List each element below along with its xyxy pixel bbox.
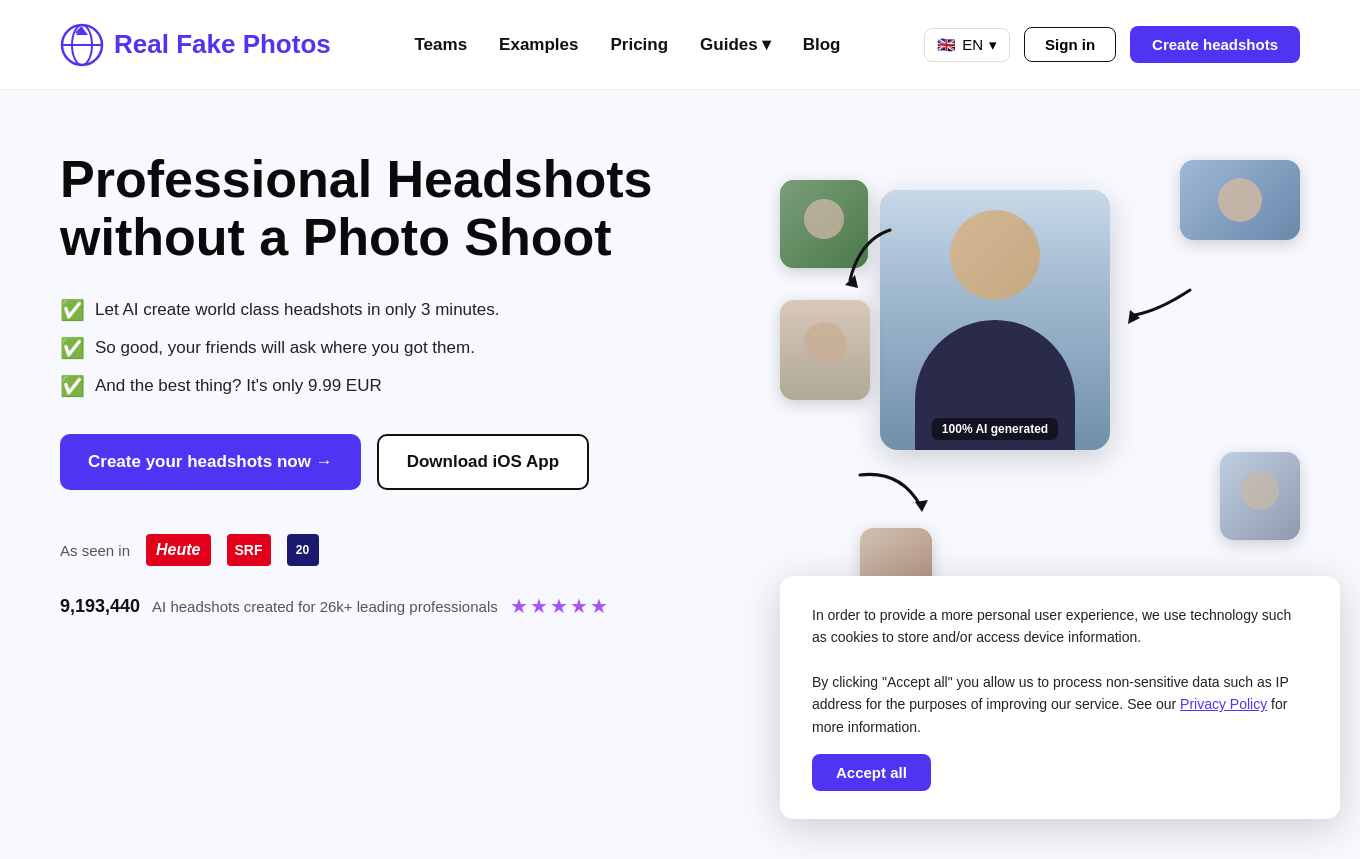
hero-content: Professional Headshots without a Photo S…: [60, 150, 680, 618]
main-person-visual: [880, 190, 1110, 450]
chevron-down-icon: ▾: [989, 36, 997, 54]
cookie-text: In order to provide a more personal user…: [812, 604, 1308, 659]
star-3: ★: [550, 594, 568, 618]
arrow-2: [1120, 280, 1200, 340]
nav-right: 🇬🇧 EN ▾ Sign in Create headshots: [924, 26, 1300, 63]
srf-badge: SRF: [227, 534, 271, 566]
as-seen-in: As seen in Heute SRF 20: [60, 534, 680, 566]
main-headshot-photo: 100% AI generated: [880, 190, 1110, 450]
nav-teams[interactable]: Teams: [414, 35, 467, 55]
create-headshots-button[interactable]: Create headshots: [1130, 26, 1300, 63]
check-icon-2: ✅: [60, 336, 85, 360]
thumb-top-right: [1180, 160, 1300, 240]
star-1: ★: [510, 594, 528, 618]
stats-count: 9,193,440: [60, 596, 140, 617]
logo-link[interactable]: Real Fake Photos: [60, 23, 331, 67]
hero-title: Professional Headshots without a Photo S…: [60, 150, 680, 266]
thumb-bot-right: [1220, 452, 1300, 540]
sign-in-button[interactable]: Sign in: [1024, 27, 1116, 62]
as-seen-label: As seen in: [60, 542, 130, 559]
star-rating: ★ ★ ★ ★ ★: [510, 594, 608, 618]
feature-2: ✅ So good, your friends will ask where y…: [60, 336, 680, 360]
feature-3: ✅ And the best thing? It's only 9.99 EUR: [60, 374, 680, 398]
stats-row: 9,193,440 AI headshots created for 26k+ …: [60, 594, 680, 618]
feature-1: ✅ Let AI create world class headshots in…: [60, 298, 680, 322]
flag-icon: 🇬🇧: [937, 36, 956, 54]
nav-pricing[interactable]: Pricing: [610, 35, 668, 55]
chevron-down-icon: ▾: [762, 34, 771, 55]
check-icon-1: ✅: [60, 298, 85, 322]
nav-blog[interactable]: Blog: [803, 35, 841, 55]
language-selector[interactable]: 🇬🇧 EN ▾: [924, 28, 1010, 62]
star-5: ★: [590, 594, 608, 618]
check-icon-3: ✅: [60, 374, 85, 398]
ai-generated-label: 100% AI generated: [932, 418, 1058, 440]
lang-code: EN: [962, 36, 983, 53]
cta-primary-button[interactable]: Create your headshots now →: [60, 434, 361, 490]
nav-links: Teams Examples Pricing Guides ▾ Blog: [414, 34, 840, 55]
thumb-mid-left: [780, 300, 870, 400]
hero-section: Professional Headshots without a Photo S…: [0, 90, 1360, 658]
star-4: ★: [570, 594, 588, 618]
navbar: Real Fake Photos Teams Examples Pricing …: [0, 0, 1360, 90]
svg-marker-6: [1128, 310, 1140, 324]
star-2: ★: [530, 594, 548, 618]
badge20: 20: [287, 534, 319, 566]
cta-secondary-button[interactable]: Download iOS App: [377, 434, 589, 490]
stats-text: AI headshots created for 26k+ leading pr…: [152, 598, 498, 615]
hero-buttons: Create your headshots now → Download iOS…: [60, 434, 680, 490]
nav-examples[interactable]: Examples: [499, 35, 578, 55]
cookie-banner: In order to provide a more personal user…: [780, 576, 1340, 659]
logo-icon: [60, 23, 104, 67]
arrow-3: [840, 460, 940, 520]
nav-guides[interactable]: Guides ▾: [700, 34, 771, 55]
hero-images: 100% AI generated: [780, 160, 1300, 600]
person-head: [950, 210, 1040, 300]
svg-marker-7: [915, 500, 928, 512]
arrow-1: [830, 220, 910, 300]
logo-text: Real Fake Photos: [114, 29, 331, 60]
heute-badge: Heute: [146, 534, 210, 566]
hero-features: ✅ Let AI create world class headshots in…: [60, 298, 680, 398]
